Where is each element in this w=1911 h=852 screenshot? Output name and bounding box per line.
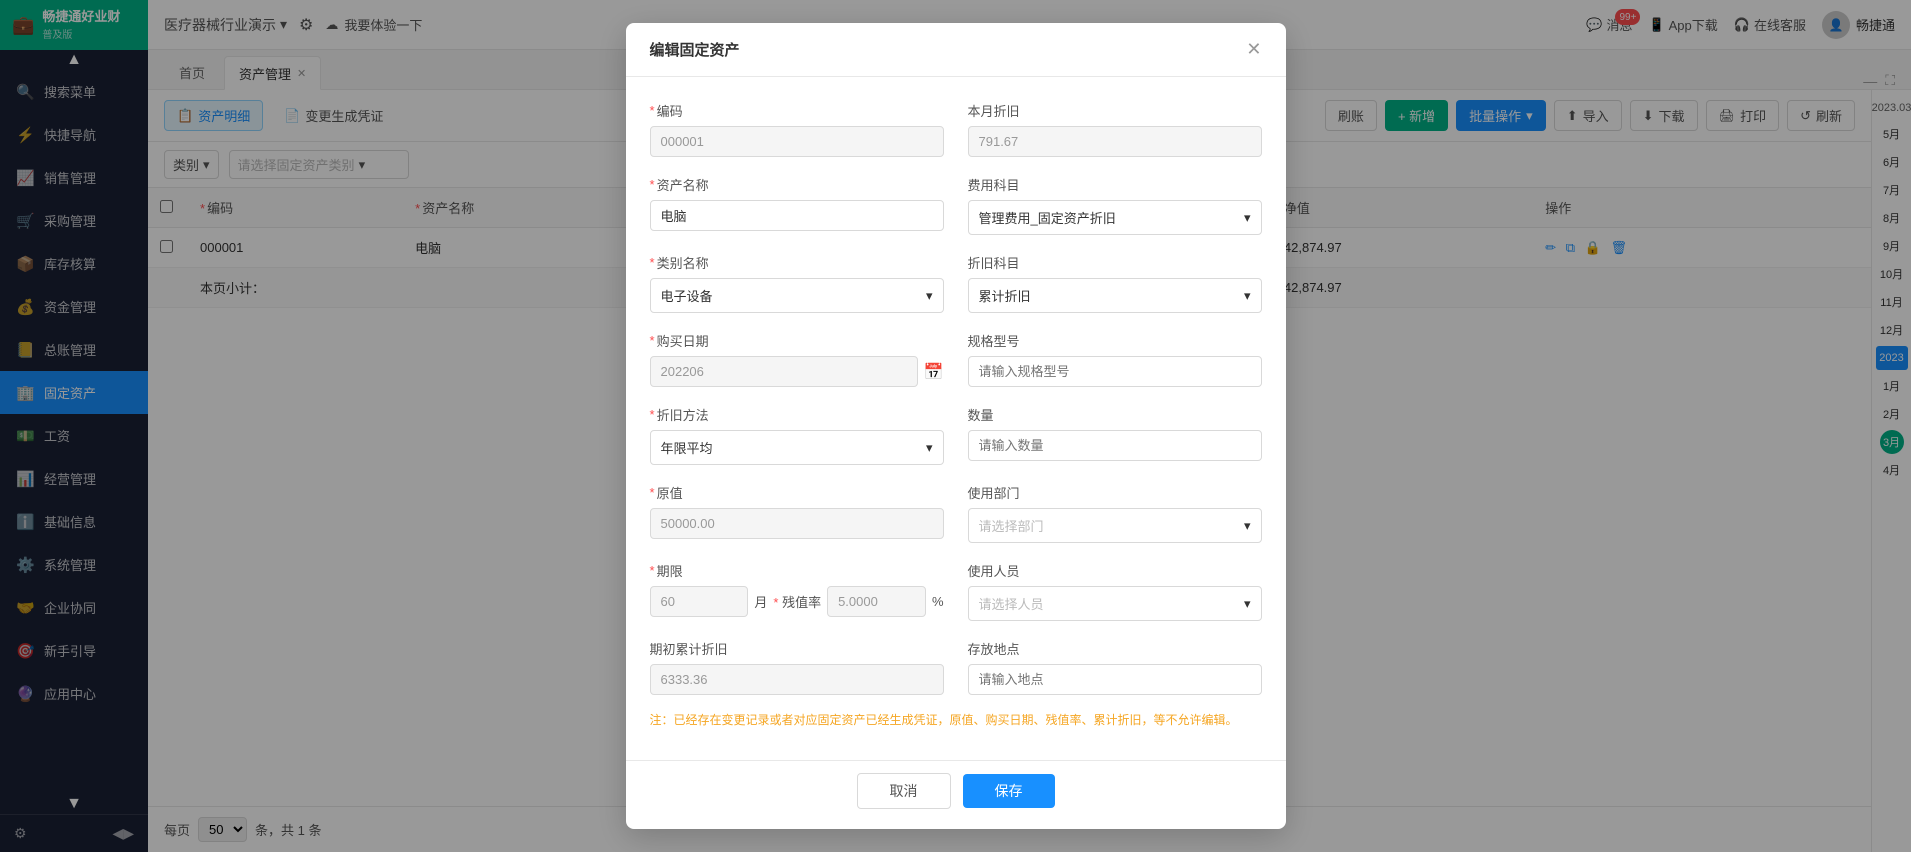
field-spec-model: 规格型号 [968, 331, 1262, 387]
field-purchase-date: * 购买日期 📅 [650, 331, 944, 387]
personnel-select[interactable]: 请选择人员 ▾ [968, 586, 1262, 621]
category-label: * 类别名称 [650, 253, 944, 272]
current-month-dep-input [968, 126, 1262, 157]
purchase-date-label: * 购买日期 [650, 331, 944, 350]
quantity-label: 数量 [968, 405, 1262, 424]
personnel-label: 使用人员 [968, 561, 1262, 580]
original-value-label: * 原值 [650, 483, 944, 502]
field-category: * 类别名称 电子设备 ▾ [650, 253, 944, 313]
period-unit: 月 [754, 592, 767, 611]
category-select[interactable]: 电子设备 ▾ [650, 278, 944, 313]
personnel-placeholder: 请选择人员 [979, 594, 1044, 613]
field-current-month-dep: 本月折旧 [968, 101, 1262, 157]
dep-method-label: * 折旧方法 [650, 405, 944, 424]
dep-method-value: 年限平均 [661, 438, 713, 457]
modal-close-btn[interactable]: ✕ [1246, 39, 1261, 60]
field-original-value: * 原值 [650, 483, 944, 543]
dep-subject-label: 折旧科目 [968, 253, 1262, 272]
residual-rate-unit: % [932, 594, 944, 609]
expense-subject-select[interactable]: 管理费用_固定资产折旧 ▾ [968, 200, 1262, 235]
modal-header: 编辑固定资产 ✕ [626, 23, 1286, 77]
period-input [650, 586, 749, 617]
modal-overlay: 编辑固定资产 ✕ * 编码 本月折旧 [0, 0, 1911, 852]
field-personnel: 使用人员 请选择人员 ▾ [968, 561, 1262, 621]
asset-name-label: * 资产名称 [650, 175, 944, 194]
storage-input[interactable] [968, 664, 1262, 695]
initial-dep-label: 期初累计折旧 [650, 639, 944, 658]
field-quantity: 数量 [968, 405, 1262, 465]
field-department: 使用部门 请选择部门 ▾ [968, 483, 1262, 543]
expense-subject-arrow: ▾ [1244, 210, 1251, 226]
field-expense-subject: 费用科目 管理费用_固定资产折旧 ▾ [968, 175, 1262, 235]
category-arrow: ▾ [926, 288, 933, 304]
current-month-dep-label: 本月折旧 [968, 101, 1262, 120]
initial-dep-input [650, 664, 944, 695]
dep-subject-select[interactable]: 累计折旧 ▾ [968, 278, 1262, 313]
modal-title: 编辑固定资产 [650, 39, 740, 60]
modal-footer: 取消 保存 [626, 760, 1286, 829]
calendar-icon[interactable]: 📅 [924, 362, 944, 382]
asset-name-input[interactable] [650, 200, 944, 231]
modal-note: 注：已经存在变更记录或者对应固定资产已经生成凭证，原值、购买日期、残值率、累计折… [650, 711, 1262, 736]
purchase-date-input [650, 356, 918, 387]
original-value-input [650, 508, 944, 539]
spec-model-input[interactable] [968, 356, 1262, 387]
purchase-date-wrap: 📅 [650, 356, 944, 387]
period-residual-wrap: 月 * 残值率 % [650, 586, 944, 617]
code-label: * 编码 [650, 101, 944, 120]
form-grid: * 编码 本月折旧 * 资产名称 [650, 101, 1262, 695]
edit-asset-modal: 编辑固定资产 ✕ * 编码 本月折旧 [626, 23, 1286, 829]
field-asset-name: * 资产名称 [650, 175, 944, 235]
spec-model-label: 规格型号 [968, 331, 1262, 350]
residual-rate-label: * 残值率 [773, 592, 821, 611]
field-dep-subject: 折旧科目 累计折旧 ▾ [968, 253, 1262, 313]
department-placeholder: 请选择部门 [979, 516, 1044, 535]
field-code: * 编码 [650, 101, 944, 157]
dep-subject-value: 累计折旧 [979, 286, 1031, 305]
expense-subject-label: 费用科目 [968, 175, 1262, 194]
dep-method-select[interactable]: 年限平均 ▾ [650, 430, 944, 465]
cancel-button[interactable]: 取消 [857, 773, 951, 809]
storage-label: 存放地点 [968, 639, 1262, 658]
residual-rate-input [827, 586, 926, 617]
personnel-arrow: ▾ [1244, 596, 1251, 612]
period-label: * 期限 [650, 561, 944, 580]
field-dep-method: * 折旧方法 年限平均 ▾ [650, 405, 944, 465]
dep-method-arrow: ▾ [926, 440, 933, 456]
department-label: 使用部门 [968, 483, 1262, 502]
department-arrow: ▾ [1244, 518, 1251, 534]
quantity-input[interactable] [968, 430, 1262, 461]
dep-subject-arrow: ▾ [1244, 288, 1251, 304]
field-initial-dep: 期初累计折旧 [650, 639, 944, 695]
modal-body: * 编码 本月折旧 * 资产名称 [626, 77, 1286, 760]
field-period-residual: * 期限 月 * 残值率 % [650, 561, 944, 621]
category-value: 电子设备 [661, 286, 713, 305]
save-button[interactable]: 保存 [963, 774, 1055, 808]
code-input[interactable] [650, 126, 944, 157]
expense-subject-value: 管理费用_固定资产折旧 [979, 208, 1116, 227]
field-storage: 存放地点 [968, 639, 1262, 695]
department-select[interactable]: 请选择部门 ▾ [968, 508, 1262, 543]
